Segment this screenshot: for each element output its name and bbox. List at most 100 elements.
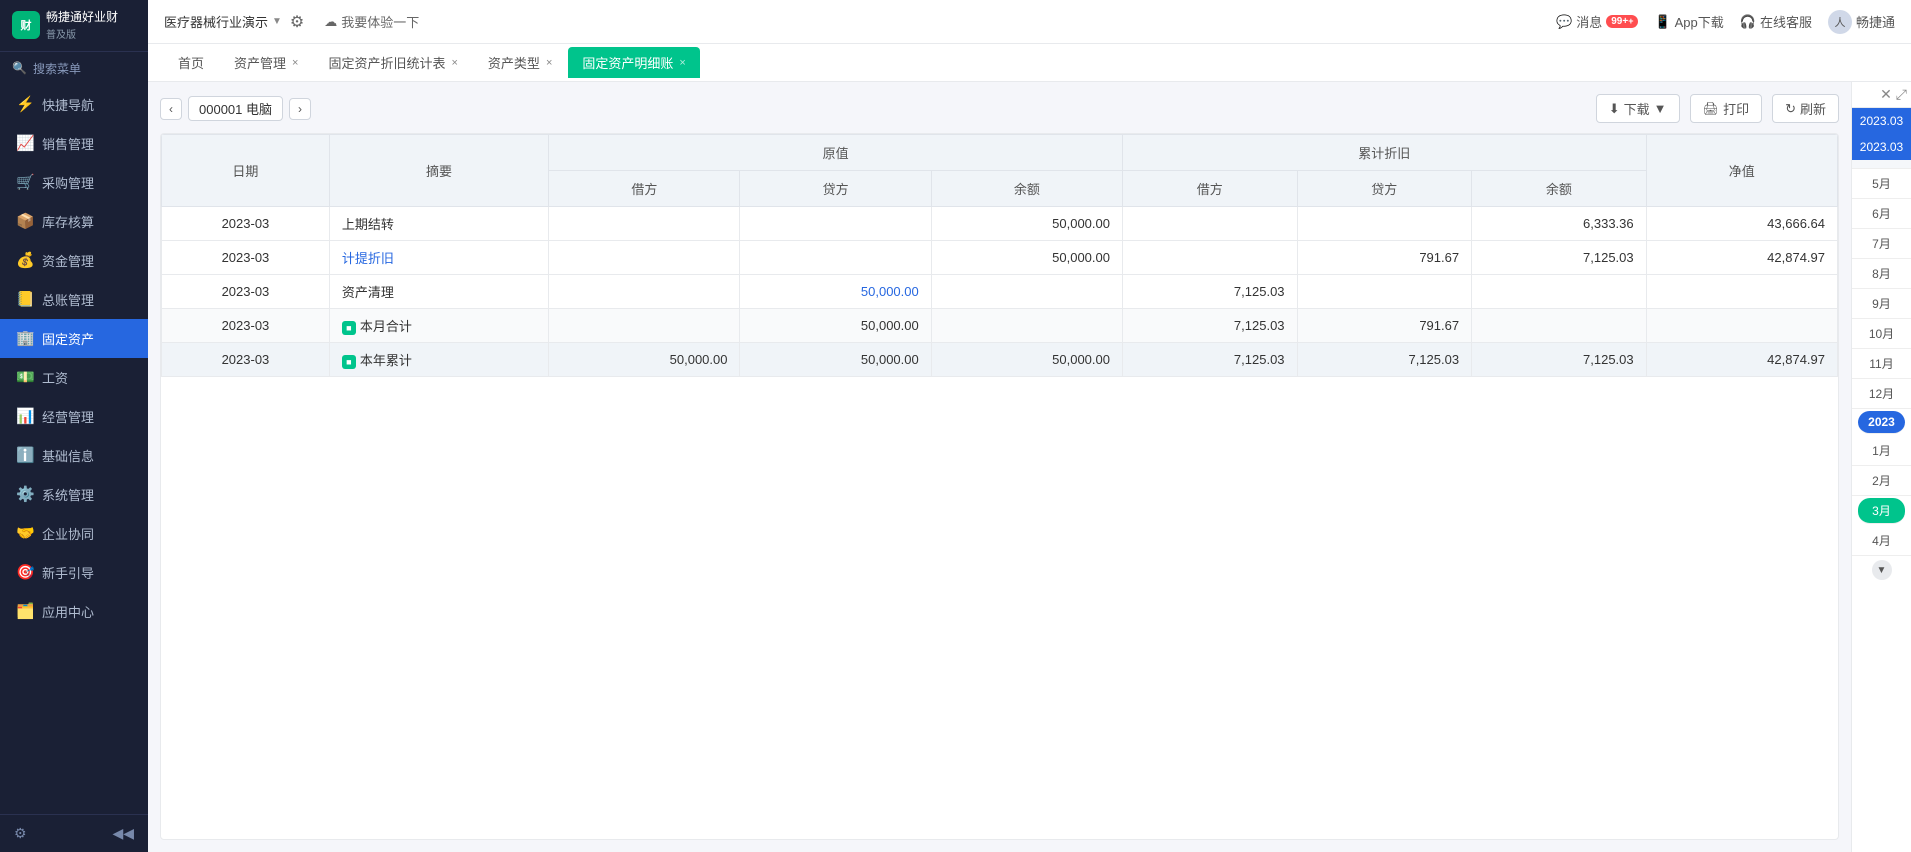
collapse-icon[interactable]: ◀◀ xyxy=(112,825,134,842)
tab-close-asset-mgmt[interactable]: × xyxy=(292,57,298,69)
sidebar-item-basic-info[interactable]: ℹ️ 基础信息 xyxy=(0,436,148,475)
download-button[interactable]: ⬇ 下载 ▼ xyxy=(1596,94,1680,123)
sidebar-item-payroll[interactable]: 💵 工资 xyxy=(0,358,148,397)
timeline-month-5[interactable]: 5月 xyxy=(1852,169,1911,199)
sidebar-item-label: 新手引导 xyxy=(42,563,94,582)
company-selector[interactable]: 医疗器械行业演示 ▼ xyxy=(164,12,282,31)
tab-close-asset-detail[interactable]: × xyxy=(679,57,685,69)
cell-orig-balance xyxy=(931,275,1122,309)
cell-summary[interactable]: 计提折旧 xyxy=(329,241,548,275)
next-asset-button[interactable]: › xyxy=(289,98,311,120)
sidebar-item-fixed-assets[interactable]: 🏢 固定资产 xyxy=(0,319,148,358)
guide-icon: 🎯 xyxy=(16,563,34,581)
sidebar-item-label: 工资 xyxy=(42,368,68,387)
tab-asset-type[interactable]: 资产类型 × xyxy=(474,47,566,78)
sidebar-item-quick-nav[interactable]: ⚡ 快捷导航 xyxy=(0,85,148,124)
download-icon: 📱 xyxy=(1654,14,1670,30)
timeline-expand-icon[interactable]: ⤢ xyxy=(1896,86,1907,103)
inventory-icon: 📦 xyxy=(16,212,34,230)
cell-accum-debit xyxy=(1122,241,1297,275)
timeline-month-11[interactable]: 11月 xyxy=(1852,349,1911,379)
toolbar-left: ‹ 000001 电脑 › xyxy=(160,96,311,121)
timeline-scroll-down-icon[interactable]: ▼ xyxy=(1872,560,1892,580)
search-icon: 🔍 xyxy=(12,61,27,75)
settings-icon[interactable]: ⚙ xyxy=(14,825,27,842)
sidebar-item-ledger[interactable]: 📒 总账管理 xyxy=(0,280,148,319)
tab-asset-detail[interactable]: 固定资产明细账 × xyxy=(568,47,699,78)
subtotal-icon: ■ xyxy=(342,321,356,335)
sidebar-footer: ⚙ ◀◀ xyxy=(0,814,148,852)
timeline-date-header1: 2023.03 xyxy=(1852,108,1911,134)
cell-net-value: 43,666.64 xyxy=(1646,207,1837,241)
timeline-month-3[interactable]: 3月 xyxy=(1858,498,1905,524)
timeline-month-7[interactable]: 7月 xyxy=(1852,229,1911,259)
tab-home[interactable]: 首页 xyxy=(164,47,218,78)
messages-button[interactable]: 💬 消息 99++ xyxy=(1556,12,1638,31)
timeline-month-4[interactable]: 4月 xyxy=(1852,526,1911,556)
cell-orig-credit: 50,000.00 xyxy=(740,275,931,309)
cell-date: 2023-03 xyxy=(162,275,330,309)
sidebar-item-sales[interactable]: 📈 销售管理 xyxy=(0,124,148,163)
timeline-month-10[interactable]: 10月 xyxy=(1852,319,1911,349)
tab-close-depreciation-stat[interactable]: × xyxy=(451,57,457,69)
cell-orig-debit xyxy=(549,275,740,309)
timeline-month-8[interactable]: 8月 xyxy=(1852,259,1911,289)
prev-asset-button[interactable]: ‹ xyxy=(160,98,182,120)
cell-orig-credit xyxy=(740,207,931,241)
sidebar-item-system[interactable]: ⚙️ 系统管理 xyxy=(0,475,148,514)
refresh-button[interactable]: ↻ 刷新 xyxy=(1772,94,1839,123)
sidebar-item-guide[interactable]: 🎯 新手引导 xyxy=(0,553,148,592)
sidebar-item-capital[interactable]: 💰 资金管理 xyxy=(0,241,148,280)
app-download-button[interactable]: 📱 App下载 xyxy=(1654,12,1723,31)
sidebar-item-purchase[interactable]: 🛒 采购管理 xyxy=(0,163,148,202)
tab-depreciation-stat[interactable]: 固定资产折旧统计表 × xyxy=(314,47,471,78)
col-date: 日期 xyxy=(162,135,330,207)
cell-summary: ■本年累计 xyxy=(329,343,548,377)
sidebar-item-inventory[interactable]: 📦 库存核算 xyxy=(0,202,148,241)
tab-close-asset-type[interactable]: × xyxy=(546,57,552,69)
cell-accum-balance: 6,333.36 xyxy=(1472,207,1647,241)
timeline-month-12[interactable]: 12月 xyxy=(1852,379,1911,409)
col-net-value: 净值 xyxy=(1646,135,1837,207)
system-icon: ⚙️ xyxy=(16,485,34,503)
table-row: 2023-03 计提折旧 50,000.00 791.67 7,125.03 4… xyxy=(162,241,1838,275)
timeline-month-2[interactable]: 2月 xyxy=(1852,466,1911,496)
print-button[interactable]: 🖨 打印 xyxy=(1690,94,1763,123)
payroll-icon: 💵 xyxy=(16,368,34,386)
topbar-settings-icon[interactable]: ⚙ xyxy=(290,12,304,32)
detail-toolbar: ‹ 000001 电脑 › ⬇ 下载 ▼ 🖨 打印 ↻ xyxy=(160,94,1839,123)
support-button[interactable]: 🎧 在线客服 xyxy=(1740,12,1812,31)
company-name: 医疗器械行业演示 xyxy=(164,12,268,31)
col-orig-balance: 余额 xyxy=(931,171,1122,207)
cell-orig-balance xyxy=(931,309,1122,343)
cell-accum-credit xyxy=(1297,275,1472,309)
timeline-month-9[interactable]: 9月 xyxy=(1852,289,1911,319)
cell-summary: 上期结转 xyxy=(329,207,548,241)
operations-icon: 📊 xyxy=(16,407,34,425)
sidebar-item-cooperation[interactable]: 🤝 企业协同 xyxy=(0,514,148,553)
timeline-close-icon[interactable]: ✕ xyxy=(1880,86,1892,103)
user-profile[interactable]: 人 畅捷通 xyxy=(1828,10,1895,34)
tabs-bar: 首页 资产管理 × 固定资产折旧统计表 × 资产类型 × 固定资产明细账 × xyxy=(148,44,1911,82)
timeline-month-6[interactable]: 6月 xyxy=(1852,199,1911,229)
tab-asset-mgmt[interactable]: 资产管理 × xyxy=(220,47,312,78)
topbar: 医疗器械行业演示 ▼ ⚙ ☁ 我要体验一下 💬 消息 99++ 📱 App下载 xyxy=(148,0,1911,44)
timeline-month-1[interactable]: 1月 xyxy=(1852,436,1911,466)
sidebar-item-label: 采购管理 xyxy=(42,173,94,192)
sidebar-search[interactable]: 🔍 搜索菜单 xyxy=(0,52,148,85)
sidebar-item-label: 库存核算 xyxy=(42,212,94,231)
main-panel: ‹ 000001 电脑 › ⬇ 下载 ▼ 🖨 打印 ↻ xyxy=(148,82,1851,852)
app-logo-text: 畅捷通好业财 普及版 xyxy=(46,10,118,41)
sidebar-item-label: 总账管理 xyxy=(42,290,94,309)
cell-orig-debit xyxy=(549,241,740,275)
sidebar-item-operations[interactable]: 📊 经营管理 xyxy=(0,397,148,436)
support-icon: 🎧 xyxy=(1740,14,1756,30)
experience-button[interactable]: ☁ 我要体验一下 xyxy=(324,12,419,31)
cell-orig-balance: 50,000.00 xyxy=(931,241,1122,275)
cell-orig-debit xyxy=(549,309,740,343)
cell-summary: ■本月合计 xyxy=(329,309,548,343)
cell-accum-balance xyxy=(1472,275,1647,309)
toolbar-right: ⬇ 下载 ▼ 🖨 打印 ↻ 刷新 xyxy=(1596,94,1839,123)
sidebar-item-app-center[interactable]: 🗂️ 应用中心 xyxy=(0,592,148,631)
capital-icon: 💰 xyxy=(16,251,34,269)
